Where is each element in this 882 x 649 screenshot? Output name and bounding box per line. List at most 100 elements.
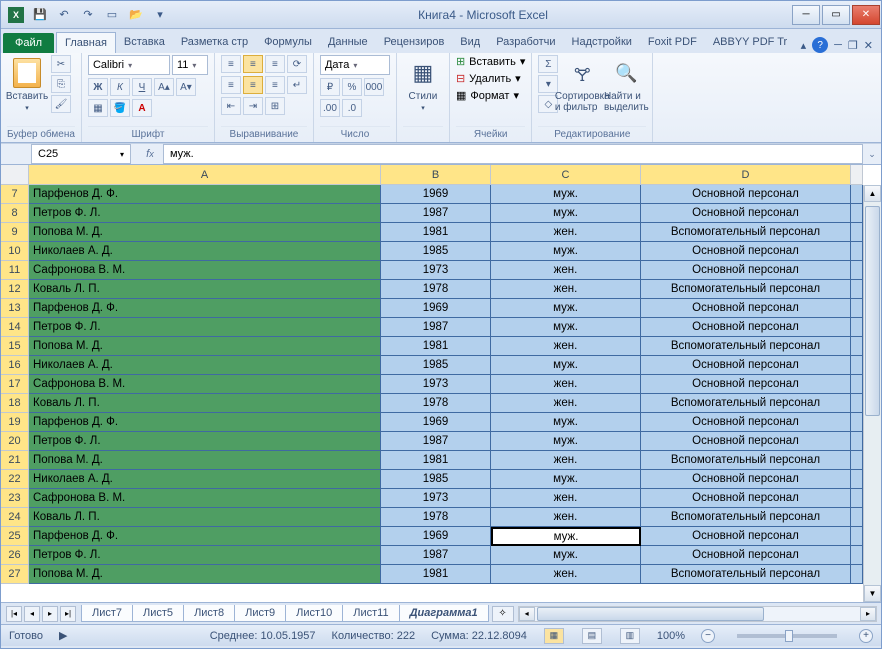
mdi-restore-icon[interactable]: ❐ <box>848 39 858 52</box>
sheet-tab[interactable]: Лист8 <box>183 605 235 622</box>
scroll-right-icon[interactable]: ▸ <box>860 607 876 621</box>
align-left-icon[interactable]: ≡ <box>221 76 241 94</box>
row-header[interactable]: 10 <box>1 242 29 261</box>
fx-icon[interactable]: fx <box>141 145 159 163</box>
row-header[interactable]: 25 <box>1 527 29 546</box>
fill-color-icon[interactable]: 🪣 <box>110 99 130 117</box>
ribbon-tab-5[interactable]: Рецензиров <box>376 32 453 53</box>
cell[interactable]: Вспомогательный персонал <box>641 451 851 470</box>
align-right-icon[interactable]: ≡ <box>265 76 285 94</box>
cell[interactable]: Основной персонал <box>641 470 851 489</box>
cell[interactable]: Петров Ф. Л. <box>29 432 381 451</box>
sheet-tab[interactable]: Диаграмма1 <box>399 605 489 622</box>
name-box[interactable]: C25▾ <box>31 144 131 164</box>
cell[interactable]: Основной персонал <box>641 356 851 375</box>
hscroll-thumb[interactable] <box>537 607 765 621</box>
cell[interactable]: Вспомогательный персонал <box>641 280 851 299</box>
row-header[interactable]: 9 <box>1 223 29 242</box>
row-header[interactable]: 27 <box>1 565 29 584</box>
cell[interactable]: жен. <box>491 565 641 584</box>
bold-button[interactable]: Ж <box>88 78 108 96</box>
view-layout-icon[interactable]: ▤ <box>582 628 602 644</box>
italic-button[interactable]: К <box>110 78 130 96</box>
cell[interactable] <box>851 451 863 470</box>
cell[interactable] <box>851 242 863 261</box>
mdi-minimize-icon[interactable]: ─ <box>834 39 842 51</box>
currency-icon[interactable]: ₽ <box>320 78 340 96</box>
file-tab[interactable]: Файл <box>3 33 54 53</box>
first-sheet-icon[interactable]: |◂ <box>6 606 22 622</box>
close-button[interactable]: ✕ <box>852 5 880 25</box>
cell[interactable]: жен. <box>491 451 641 470</box>
cell[interactable]: Основной персонал <box>641 204 851 223</box>
cell[interactable]: Вспомогательный персонал <box>641 508 851 527</box>
formula-input[interactable]: муж. <box>163 144 863 164</box>
help-icon[interactable]: ? <box>812 37 828 53</box>
cell[interactable] <box>851 565 863 584</box>
cell[interactable]: муж. <box>491 356 641 375</box>
cell[interactable]: жен. <box>491 223 641 242</box>
cell[interactable]: Коваль Л. П. <box>29 394 381 413</box>
merge-icon[interactable]: ⊞ <box>265 97 285 115</box>
cell[interactable]: 1981 <box>381 565 491 584</box>
row-header[interactable]: 13 <box>1 299 29 318</box>
cell[interactable] <box>851 527 863 546</box>
sheet-tab[interactable]: Лист7 <box>81 605 133 622</box>
cell[interactable]: 1969 <box>381 413 491 432</box>
cell[interactable]: жен. <box>491 280 641 299</box>
cell[interactable]: Коваль Л. П. <box>29 508 381 527</box>
ribbon-tab-9[interactable]: Foxit PDF <box>640 32 705 53</box>
zoom-out-icon[interactable]: − <box>701 629 715 643</box>
cell[interactable]: 1973 <box>381 489 491 508</box>
row-header[interactable]: 17 <box>1 375 29 394</box>
cell[interactable]: муж. <box>491 299 641 318</box>
cell[interactable]: 1969 <box>381 299 491 318</box>
column-header-D[interactable]: D <box>641 165 851 185</box>
sheet-tab[interactable]: Лист5 <box>132 605 184 622</box>
cell[interactable]: Основной персонал <box>641 546 851 565</box>
cell[interactable]: Вспомогательный персонал <box>641 337 851 356</box>
cell[interactable]: Сафронова В. М. <box>29 375 381 394</box>
increase-decimal-icon[interactable]: .00 <box>320 99 340 117</box>
row-header[interactable]: 11 <box>1 261 29 280</box>
cell[interactable]: 1969 <box>381 185 491 204</box>
cell[interactable]: 1978 <box>381 508 491 527</box>
cell[interactable]: муж. <box>491 413 641 432</box>
cell[interactable]: Основной персонал <box>641 299 851 318</box>
cell[interactable]: 1981 <box>381 451 491 470</box>
cell[interactable]: муж. <box>491 432 641 451</box>
cell[interactable] <box>851 299 863 318</box>
cell[interactable] <box>851 204 863 223</box>
decrease-indent-icon[interactable]: ⇤ <box>221 97 241 115</box>
cell[interactable]: Парфенов Д. Ф. <box>29 413 381 432</box>
row-header[interactable]: 20 <box>1 432 29 451</box>
cell[interactable]: Вспомогательный персонал <box>641 394 851 413</box>
cell[interactable]: Парфенов Д. Ф. <box>29 299 381 318</box>
ribbon-tab-7[interactable]: Разработчи <box>488 32 563 53</box>
ribbon-tab-1[interactable]: Вставка <box>116 32 173 53</box>
cell[interactable]: жен. <box>491 375 641 394</box>
cell[interactable] <box>851 508 863 527</box>
row-header[interactable]: 23 <box>1 489 29 508</box>
excel-icon[interactable]: X <box>5 4 27 26</box>
wrap-text-icon[interactable]: ↵ <box>287 76 307 94</box>
cell[interactable]: Попова М. Д. <box>29 565 381 584</box>
insert-button[interactable]: ⊞Вставить ▾ <box>456 55 525 68</box>
cell[interactable]: Коваль Л. П. <box>29 280 381 299</box>
cell[interactable]: жен. <box>491 337 641 356</box>
cell[interactable]: Сафронова В. М. <box>29 261 381 280</box>
cell[interactable]: жен. <box>491 261 641 280</box>
underline-button[interactable]: Ч <box>132 78 152 96</box>
cell[interactable]: 1987 <box>381 432 491 451</box>
decrease-decimal-icon[interactable]: .0 <box>342 99 362 117</box>
cell[interactable] <box>851 375 863 394</box>
cell[interactable]: муж. <box>491 546 641 565</box>
minimize-button[interactable]: ─ <box>792 5 820 25</box>
cell[interactable]: муж. <box>491 470 641 489</box>
open-icon[interactable]: 📂 <box>125 4 147 26</box>
cell[interactable]: Основной персонал <box>641 185 851 204</box>
cell[interactable]: Николаев А. Д. <box>29 356 381 375</box>
cell[interactable] <box>851 546 863 565</box>
align-middle-icon[interactable]: ≡ <box>243 55 263 73</box>
row-header[interactable]: 12 <box>1 280 29 299</box>
